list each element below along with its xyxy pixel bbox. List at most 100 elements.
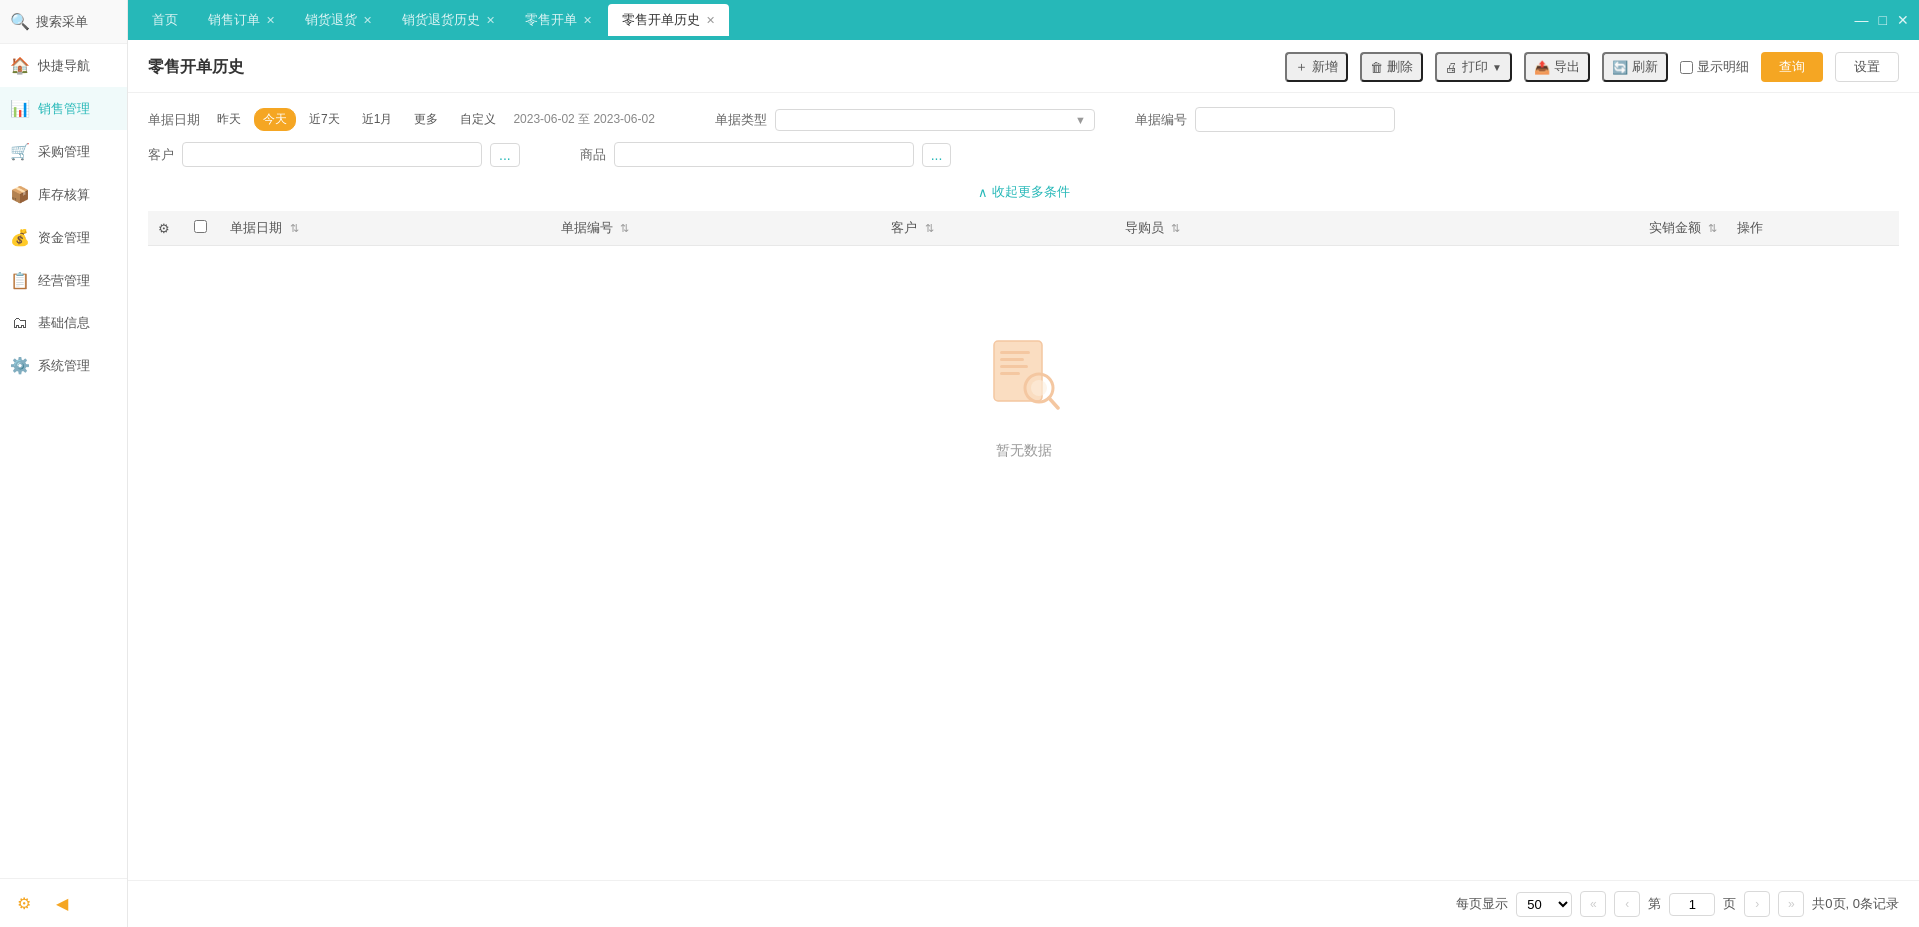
table-area: ⚙ 单据日期 ⇅ 单据编号 ⇅ <box>128 211 1919 880</box>
doc-no-label: 单据编号 <box>1135 111 1187 129</box>
prev-page-btn[interactable]: ‹ <box>1614 891 1640 917</box>
collapse-filter-btn[interactable]: ∧ 收起更多条件 <box>148 177 1899 211</box>
date-btns: 昨天 今天 近7天 近1月 更多 自定义 <box>208 108 505 131</box>
data-table: ⚙ 单据日期 ⇅ 单据编号 ⇅ <box>148 211 1899 540</box>
page-label: 页 <box>1723 895 1736 913</box>
sidebar-item-quick-nav[interactable]: 🏠 快捷导航 <box>0 44 127 87</box>
sidebar-item-inventory[interactable]: 📦 库存核算 <box>0 173 127 216</box>
query-button[interactable]: 查询 <box>1761 52 1823 82</box>
print-button[interactable]: 🖨 打印 ▼ <box>1435 52 1512 82</box>
sidebar-item-label: 资金管理 <box>38 229 90 247</box>
sidebar-item-purchase-mgmt[interactable]: 🛒 采购管理 <box>0 130 127 173</box>
sidebar-item-sys-mgmt[interactable]: ⚙️ 系统管理 <box>0 344 127 387</box>
finance-icon: 💰 <box>10 228 30 247</box>
first-page-btn[interactable]: « <box>1580 891 1606 917</box>
per-page-select[interactable]: 10 20 50 100 <box>1516 892 1572 917</box>
tab-retail-history-close[interactable]: ✕ <box>706 15 715 26</box>
page-input[interactable] <box>1669 893 1715 916</box>
date-today-btn[interactable]: 今天 <box>254 108 296 131</box>
customer-sort-icon[interactable]: ⇅ <box>925 222 934 234</box>
amount-sort-icon[interactable]: ⇅ <box>1708 222 1717 234</box>
sidebar-item-label: 销售管理 <box>38 100 90 118</box>
svg-rect-4 <box>1000 372 1020 375</box>
tab-home[interactable]: 首页 <box>138 4 192 36</box>
delete-label: 删除 <box>1387 58 1413 76</box>
th-salesperson[interactable]: 导购员 ⇅ <box>1115 211 1397 246</box>
doc-no-input[interactable] <box>1195 107 1395 132</box>
customer-input[interactable] <box>182 142 482 167</box>
refresh-button[interactable]: 🔄 刷新 <box>1602 52 1668 82</box>
th-no-label: 单据编号 <box>561 220 613 235</box>
customer-browse-btn[interactable]: ... <box>490 143 520 167</box>
settings-col-icon[interactable]: ⚙ <box>158 221 170 236</box>
date-last-month-btn[interactable]: 近1月 <box>353 108 402 131</box>
collapse-sidebar-btn[interactable]: ◀ <box>48 889 76 917</box>
th-date[interactable]: 单据日期 ⇅ <box>220 211 551 246</box>
th-no[interactable]: 单据编号 ⇅ <box>551 211 882 246</box>
salesperson-sort-icon[interactable]: ⇅ <box>1171 222 1180 234</box>
page-info: 第 <box>1648 895 1661 913</box>
maximize-btn[interactable]: □ <box>1879 12 1887 28</box>
sidebar-footer: ⚙ ◀ <box>0 878 127 927</box>
last-page-btn[interactable]: » <box>1778 891 1804 917</box>
sys-icon: ⚙️ <box>10 356 30 375</box>
sidebar-item-finance[interactable]: 💰 资金管理 <box>0 216 127 259</box>
no-sort-icon[interactable]: ⇅ <box>620 222 629 234</box>
product-browse-btn[interactable]: ... <box>922 143 952 167</box>
print-icon: 🖨 <box>1445 60 1458 75</box>
th-amount[interactable]: 实销金额 ⇅ <box>1397 211 1728 246</box>
display-detail-checkbox[interactable] <box>1680 61 1693 74</box>
filter-area: 单据日期 昨天 今天 近7天 近1月 更多 自定义 2023-06-02 至 2… <box>128 93 1919 211</box>
filter-doc-no-item: 单据编号 <box>1135 107 1395 132</box>
tab-sales-return-label: 销货退货 <box>305 11 357 29</box>
next-page-btn[interactable]: › <box>1744 891 1770 917</box>
filter-date-item: 单据日期 昨天 今天 近7天 近1月 更多 自定义 2023-06-02 至 2… <box>148 108 655 131</box>
print-label: 打印 <box>1462 58 1488 76</box>
tab-sales-return-close[interactable]: ✕ <box>363 15 372 26</box>
th-settings[interactable]: ⚙ <box>148 211 184 246</box>
th-checkbox[interactable] <box>184 211 220 246</box>
date-last7-btn[interactable]: 近7天 <box>300 108 349 131</box>
inventory-icon: 📦 <box>10 185 30 204</box>
content: 零售开单历史 ＋ 新增 🗑 删除 🖨 打印 ▼ 📤 导出 <box>128 40 1919 927</box>
sidebar-item-sales-mgmt[interactable]: 📊 销售管理 <box>0 87 127 130</box>
display-detail-check[interactable]: 显示明细 <box>1680 58 1749 76</box>
tab-retail-history[interactable]: 零售开单历史 ✕ <box>608 4 729 36</box>
th-actions: 操作 <box>1727 211 1899 246</box>
select-all-checkbox[interactable] <box>194 220 207 233</box>
tab-retail-open[interactable]: 零售开单 ✕ <box>511 4 606 36</box>
sales-icon: 📊 <box>10 99 30 118</box>
tab-sales-order-close[interactable]: ✕ <box>266 15 275 26</box>
tab-sales-return[interactable]: 销货退货 ✕ <box>291 4 386 36</box>
tab-retail-open-close[interactable]: ✕ <box>583 15 592 26</box>
date-more-btn[interactable]: 更多 <box>405 108 447 131</box>
date-yesterday-btn[interactable]: 昨天 <box>208 108 250 131</box>
tab-sales-return-history-close[interactable]: ✕ <box>486 15 495 26</box>
sidebar-item-ops-mgmt[interactable]: 📋 经营管理 <box>0 259 127 302</box>
delete-icon: 🗑 <box>1370 60 1383 75</box>
filter-product-item: 商品 ... <box>580 142 952 167</box>
sidebar-search[interactable]: 🔍 搜索采单 <box>0 0 127 44</box>
minimize-btn[interactable]: — <box>1855 12 1869 28</box>
print-arrow: ▼ <box>1492 62 1502 73</box>
sidebar-item-basic-info[interactable]: 🗂 基础信息 <box>0 302 127 344</box>
th-customer[interactable]: 客户 ⇅ <box>881 211 1115 246</box>
product-input[interactable] <box>614 142 914 167</box>
date-sort-icon[interactable]: ⇅ <box>290 222 299 234</box>
add-button[interactable]: ＋ 新增 <box>1285 52 1348 82</box>
doc-type-select[interactable]: ▼ <box>775 109 1095 131</box>
tab-sales-return-history[interactable]: 销货退货历史 ✕ <box>388 4 509 36</box>
date-custom-btn[interactable]: 自定义 <box>451 108 505 131</box>
refresh-icon: 🔄 <box>1612 60 1628 75</box>
settings-footer-icon: ⚙ <box>17 894 31 913</box>
delete-button[interactable]: 🗑 删除 <box>1360 52 1423 82</box>
settings-footer-btn[interactable]: ⚙ <box>10 889 38 917</box>
sidebar-item-label: 系统管理 <box>38 357 90 375</box>
tab-sales-order[interactable]: 销售订单 ✕ <box>194 4 289 36</box>
add-label: 新增 <box>1312 58 1338 76</box>
close-btn[interactable]: ✕ <box>1897 12 1909 28</box>
export-button[interactable]: 📤 导出 <box>1524 52 1590 82</box>
customer-label: 客户 <box>148 146 174 164</box>
settings-button[interactable]: 设置 <box>1835 52 1899 82</box>
empty-state: 暂无数据 <box>148 246 1899 540</box>
